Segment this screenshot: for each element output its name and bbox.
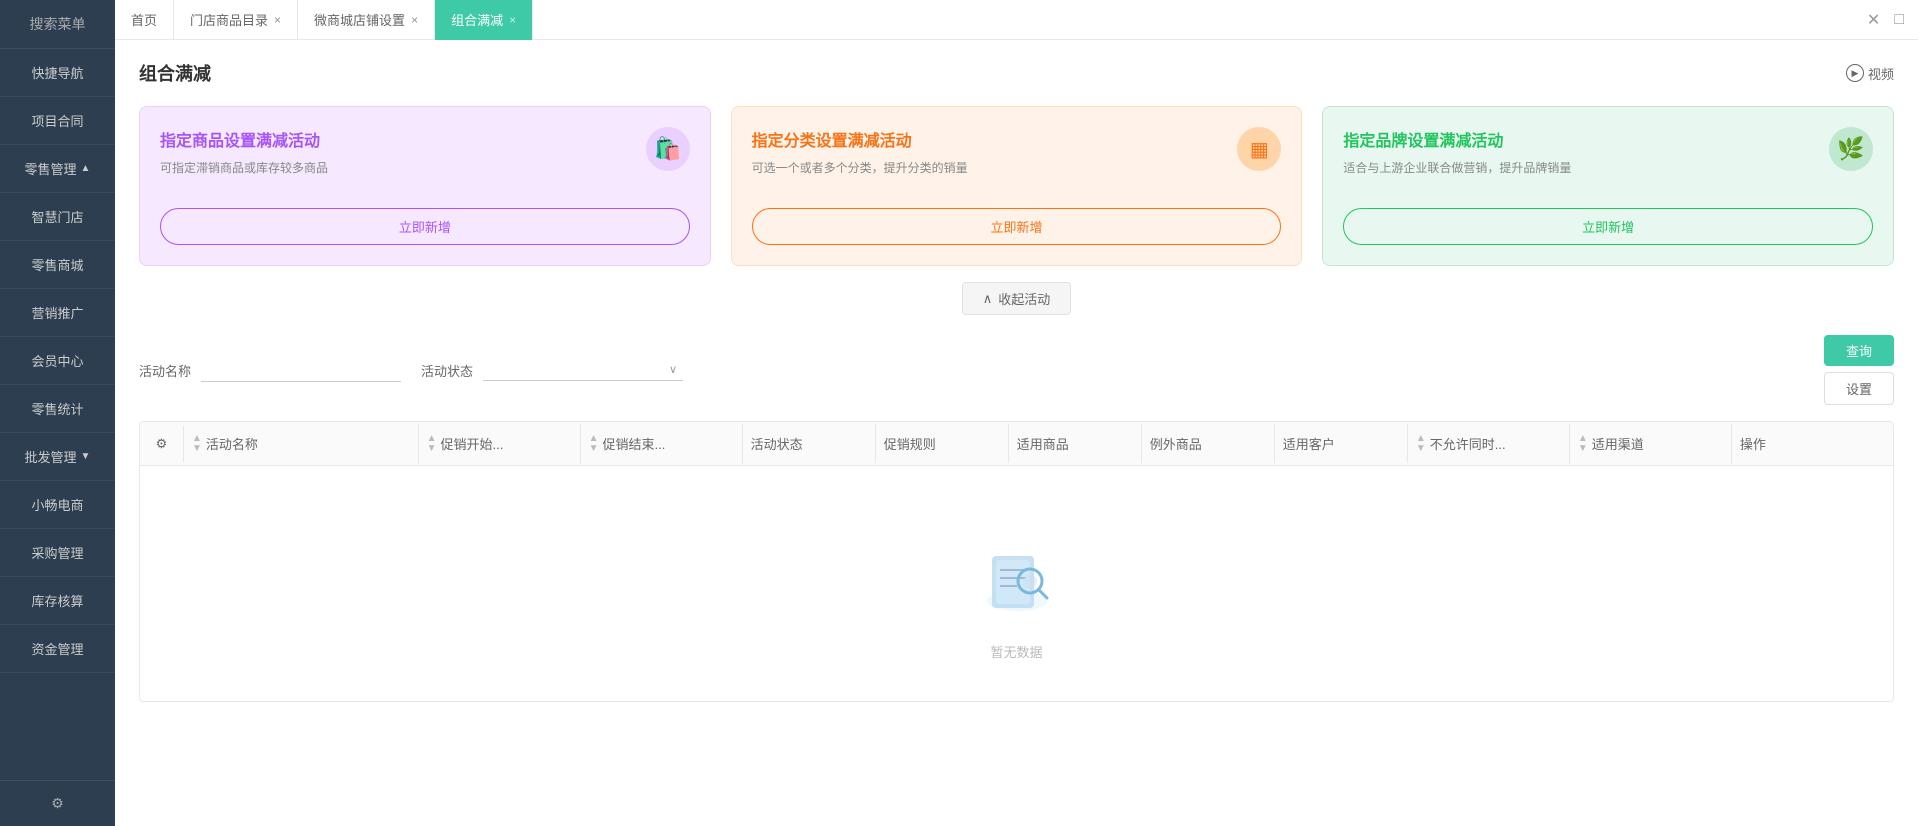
close-icon[interactable]: ×: [509, 13, 516, 27]
tab-wechat-shop-label: 微商城店铺设置: [314, 10, 405, 29]
sort-icon: ▲▼: [589, 434, 599, 454]
main-content: 首页 门店商品目录 × 微商城店铺设置 × 组合满减 × ✕ □ 组合满减 ▶ …: [115, 0, 1918, 826]
maximize-icon[interactable]: □: [1890, 9, 1908, 31]
th-channel[interactable]: ▲▼ 适用渠道: [1570, 424, 1732, 464]
sidebar-item-wholesale-mgmt[interactable]: 批发管理 ▼: [0, 433, 115, 481]
brand-discount-icon: 🌿: [1829, 127, 1873, 171]
empty-text: 暂无数据: [990, 642, 1042, 661]
settings-icon[interactable]: ⚙: [0, 780, 115, 826]
product-discount-add-button[interactable]: 立即新增: [160, 208, 690, 245]
category-discount-card: 指定分类设置满减活动 可选一个或者多个分类，提升分类的销量 ▦ 立即新增: [731, 106, 1303, 266]
collapse-bar: ∧ 收起活动: [139, 282, 1894, 315]
sidebar-item-inventory[interactable]: 库存核算: [0, 577, 115, 625]
video-label: 视频: [1868, 64, 1894, 83]
tab-wechat-shop[interactable]: 微商城店铺设置 ×: [298, 0, 435, 40]
empty-state: 暂无数据: [140, 466, 1893, 701]
sidebar-item-member-center[interactable]: 会员中心: [0, 337, 115, 385]
sidebar-item-funds-mgmt[interactable]: 资金管理: [0, 625, 115, 673]
th-status: 活动状态: [743, 424, 876, 463]
sidebar-item-retail-mgmt[interactable]: 零售管理 ▲: [0, 145, 115, 193]
chevron-down-icon: ∨: [669, 363, 677, 376]
th-customer: 适用客户: [1275, 424, 1408, 463]
category-discount-desc: 可选一个或者多个分类，提升分类的销量: [752, 159, 1282, 176]
empty-icon: [967, 526, 1067, 626]
th-end-date[interactable]: ▲▼ 促销结束...: [581, 424, 743, 464]
brand-discount-desc: 适合与上游企业联合做营销，提升品牌销量: [1343, 159, 1873, 176]
collapse-label: 收起活动: [998, 289, 1050, 308]
brand-discount-title: 指定品牌设置满减活动: [1343, 127, 1873, 151]
search-buttons: 查询 设置: [1824, 335, 1894, 405]
table-header: ⚙ ▲▼ 活动名称 ▲▼ 促销开始... ▲▼ 促销结束... 活动状态: [140, 422, 1893, 466]
sidebar-item-smart-store[interactable]: 智慧门店: [0, 193, 115, 241]
sidebar-item-xiaochang[interactable]: 小畅电商: [0, 481, 115, 529]
page-header: 组合满减 ▶ 视频: [139, 60, 1894, 86]
data-table: ⚙ ▲▼ 活动名称 ▲▼ 促销开始... ▲▼ 促销结束... 活动状态: [139, 421, 1894, 702]
chevron-up-icon: ▲: [81, 163, 91, 174]
th-gear[interactable]: ⚙: [140, 426, 184, 462]
search-bar: 活动名称 活动状态 ∨ 查询 设置: [139, 335, 1894, 405]
sidebar-item-marketing[interactable]: 营销推广: [0, 289, 115, 337]
tab-combo-discount[interactable]: 组合满减 ×: [435, 0, 533, 40]
category-discount-add-button[interactable]: 立即新增: [752, 208, 1282, 245]
sidebar-item-retail-stats[interactable]: 零售统计: [0, 385, 115, 433]
video-link[interactable]: ▶ 视频: [1846, 64, 1894, 83]
tab-actions: ✕ □: [1853, 8, 1918, 32]
th-start-date[interactable]: ▲▼ 促销开始...: [419, 424, 581, 464]
product-discount-desc: 可指定滞销商品或库存较多商品: [160, 159, 690, 176]
activity-name-input[interactable]: [201, 358, 401, 382]
brand-discount-card: 指定品牌设置满减活动 适合与上游企业联合做营销，提升品牌销量 🌿 立即新增: [1322, 106, 1894, 266]
tab-combo-discount-label: 组合满减: [451, 10, 503, 29]
close-icon[interactable]: ×: [411, 13, 418, 27]
video-icon: ▶: [1846, 64, 1864, 82]
activity-cards: 指定商品设置满减活动 可指定滞销商品或库存较多商品 🛍️ 立即新增 指定分类设置…: [139, 106, 1894, 266]
settings-button[interactable]: 设置: [1824, 372, 1894, 405]
sort-icon: ▲▼: [192, 434, 202, 454]
query-button[interactable]: 查询: [1824, 335, 1894, 366]
sidebar-item-quick-nav[interactable]: 快捷导航: [0, 49, 115, 97]
collapse-button[interactable]: ∧ 收起活动: [962, 282, 1072, 315]
page-title: 组合满减: [139, 60, 211, 86]
brand-discount-add-button[interactable]: 立即新增: [1343, 208, 1873, 245]
product-discount-icon: 🛍️: [646, 127, 690, 171]
tab-bar: 首页 门店商品目录 × 微商城店铺设置 × 组合满减 × ✕ □: [115, 0, 1918, 40]
th-goods: 适用商品: [1009, 424, 1142, 463]
sidebar-item-purchase-mgmt[interactable]: 采购管理: [0, 529, 115, 577]
sort-icon: ▲▼: [1416, 434, 1426, 454]
chevron-down-icon: ▼: [81, 451, 91, 462]
th-notallow[interactable]: ▲▼ 不允许同时...: [1408, 424, 1570, 464]
th-activity-name[interactable]: ▲▼ 活动名称: [184, 424, 419, 464]
close-icon[interactable]: ×: [274, 13, 281, 27]
product-discount-title: 指定商品设置满减活动: [160, 127, 690, 151]
tab-home-label: 首页: [131, 10, 157, 29]
close-window-icon[interactable]: ✕: [1863, 8, 1884, 32]
tab-store-catalog[interactable]: 门店商品目录 ×: [174, 0, 298, 40]
sidebar: 搜索菜单 快捷导航 项目合同 零售管理 ▲ 智慧门店 零售商城 营销推广 会员中…: [0, 0, 115, 826]
sidebar-item-retail-mall[interactable]: 零售商城: [0, 241, 115, 289]
th-rule: 促销规则: [876, 424, 1009, 463]
sort-icon: ▲▼: [427, 434, 437, 454]
product-discount-card: 指定商品设置满减活动 可指定滞销商品或库存较多商品 🛍️ 立即新增: [139, 106, 711, 266]
activity-name-field: 活动名称: [139, 358, 401, 382]
th-action: 操作: [1732, 424, 1893, 463]
sidebar-search[interactable]: 搜索菜单: [0, 0, 115, 49]
activity-status-label: 活动状态: [421, 361, 473, 380]
th-except: 例外商品: [1142, 424, 1275, 463]
sidebar-item-project-contract[interactable]: 项目合同: [0, 97, 115, 145]
activity-name-label: 活动名称: [139, 361, 191, 380]
tab-store-catalog-label: 门店商品目录: [190, 10, 268, 29]
category-discount-title: 指定分类设置满减活动: [752, 127, 1282, 151]
activity-status-field: 活动状态 ∨: [421, 359, 683, 381]
tab-home[interactable]: 首页: [115, 0, 174, 40]
sort-icon: ▲▼: [1578, 434, 1588, 454]
collapse-up-icon: ∧: [983, 291, 993, 307]
activity-status-select[interactable]: ∨: [483, 359, 683, 381]
gear-icon: ⚙: [156, 436, 168, 452]
page-content: 组合满减 ▶ 视频 指定商品设置满减活动 可指定滞销商品或库存较多商品 🛍️ 立…: [115, 40, 1918, 826]
